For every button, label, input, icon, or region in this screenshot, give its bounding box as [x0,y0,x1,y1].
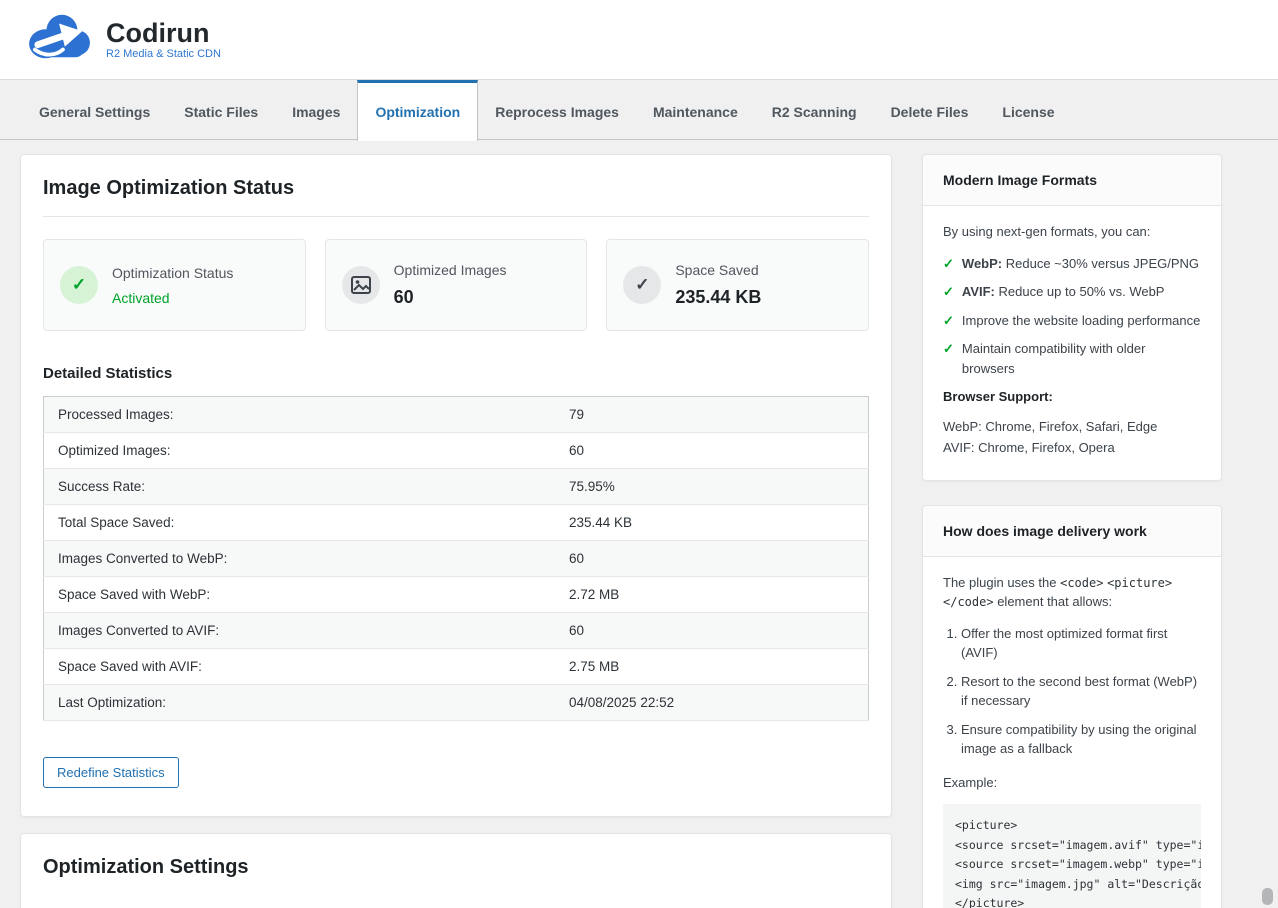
redefine-statistics-button[interactable]: Redefine Statistics [43,757,179,788]
delivery-step: Ensure compatibility by using the origin… [961,720,1201,759]
benefit-text: Maintain compatibility with older browse… [962,339,1201,378]
tab-images[interactable]: Images [275,80,357,140]
benefit-text: Improve the website loading performance [962,311,1200,331]
code-line: </picture> [955,894,1201,908]
statistics-table: Processed Images: 79 Optimized Images: 6… [43,396,869,721]
tab-bar: General Settings Static Files Images Opt… [0,80,1278,140]
stat-row-label: Success Rate: [44,469,556,505]
stat-row-value: 04/08/2025 22:52 [555,685,869,721]
format-benefit-item: ✓ AVIF: Reduce up to 50% vs. WebP [943,282,1201,302]
stat-card-optimized-images: Optimized Images 60 [325,239,588,331]
stat-row-value: 2.75 MB [555,649,869,685]
code-line: <source srcset="imagem.webp" type="image… [955,855,1201,875]
image-optimization-status-card: Image Optimization Status ✓ Optimization… [20,154,892,817]
format-benefit-item: ✓ Improve the website loading performanc… [943,311,1201,331]
cloud-arrow-logo-icon [22,9,98,70]
delivery-step: Offer the most optimized format first (A… [961,624,1201,663]
image-icon [342,266,380,304]
modern-image-formats-title: Modern Image Formats [923,155,1221,206]
tab-optimization[interactable]: Optimization [357,80,478,141]
page-scrollbar-thumb[interactable] [1262,888,1273,905]
table-row: Processed Images: 79 [44,397,869,433]
delivery-step: Resort to the second best format (WebP) … [961,672,1201,711]
format-benefit-item: ✓ WebP: Reduce ~30% versus JPEG/PNG [943,254,1201,274]
check-icon: ✓ [943,282,954,302]
stat-row-label: Images Converted to AVIF: [44,613,556,649]
app-subtitle: R2 Media & Static CDN [106,48,221,60]
check-icon: ✓ [943,311,954,331]
stat-row-label: Optimized Images: [44,433,556,469]
browser-support-avif: AVIF: Chrome, Firefox, Opera [943,438,1201,458]
tab-delete-files[interactable]: Delete Files [874,80,986,140]
stat-card-space-saved: ✓ Space Saved 235.44 KB [606,239,869,331]
image-delivery-card: How does image delivery work The plugin … [922,505,1222,908]
formats-intro: By using next-gen formats, you can: [943,222,1201,242]
table-row: Space Saved with AVIF: 2.75 MB [44,649,869,685]
check-icon: ✓ [943,254,954,274]
browser-support-title: Browser Support: [943,387,1201,407]
benefit-text: WebP: Reduce ~30% versus JPEG/PNG [962,254,1199,274]
app-header: Codirun R2 Media & Static CDN [0,0,1278,80]
stat-row-label: Space Saved with WebP: [44,577,556,613]
table-row: Images Converted to AVIF: 60 [44,613,869,649]
stat-row-label: Space Saved with AVIF: [44,649,556,685]
app-title: Codirun [106,19,221,49]
image-delivery-title: How does image delivery work [923,506,1221,557]
picture-tag: <picture> [1107,576,1172,590]
tab-general-settings[interactable]: General Settings [22,80,167,140]
tab-r2-scanning[interactable]: R2 Scanning [755,80,874,140]
modern-image-formats-card: Modern Image Formats By using next-gen f… [922,154,1222,481]
table-row: Space Saved with WebP: 2.72 MB [44,577,869,613]
detailed-statistics-title: Detailed Statistics [43,365,869,382]
stat-row-value: 79 [555,397,869,433]
code-line: <source srcset="imagem.avif" type="image… [955,836,1201,856]
code-open-tag: <code> [1060,576,1103,590]
tab-maintenance[interactable]: Maintenance [636,80,755,140]
code-line: <img src="imagem.jpg" alt="Descrição"> [955,875,1201,895]
stat-row-label: Processed Images: [44,397,556,433]
example-label: Example: [943,773,1201,793]
stat-label: Optimization Status [112,265,233,281]
stat-row-value: 2.72 MB [555,577,869,613]
stat-value: 235.44 KB [675,287,761,308]
code-close-tag: </code> [943,595,994,609]
check-icon: ✓ [943,339,954,378]
tab-reprocess-images[interactable]: Reprocess Images [478,80,636,140]
page-title: Image Optimization Status [43,177,869,217]
check-circle-icon: ✓ [60,266,98,304]
stat-row-value: 60 [555,541,869,577]
delivery-intro: The plugin uses the <code> <picture> </c… [943,573,1201,612]
table-row: Last Optimization: 04/08/2025 22:52 [44,685,869,721]
optimization-settings-title: Optimization Settings [43,856,869,879]
stat-row-value: 75.95% [555,469,869,505]
status-badge: Activated [112,290,233,306]
table-row: Optimized Images: 60 [44,433,869,469]
stats-row: ✓ Optimization Status Activated [43,239,869,331]
tab-static-files[interactable]: Static Files [167,80,275,140]
table-row: Success Rate: 75.95% [44,469,869,505]
check-icon: ✓ [623,266,661,304]
format-benefit-item: ✓ Maintain compatibility with older brow… [943,339,1201,378]
stat-row-value: 60 [555,433,869,469]
stat-label: Space Saved [675,262,761,278]
stat-row-value: 235.44 KB [555,505,869,541]
table-row: Images Converted to WebP: 60 [44,541,869,577]
stat-card-optimization-status: ✓ Optimization Status Activated [43,239,306,331]
stat-row-value: 60 [555,613,869,649]
table-row: Total Space Saved: 235.44 KB [44,505,869,541]
stat-label: Optimized Images [394,262,507,278]
stat-value: 60 [394,287,507,308]
browser-support-webp: WebP: Chrome, Firefox, Safari, Edge [943,417,1201,437]
tab-license[interactable]: License [985,80,1071,140]
benefit-text: AVIF: Reduce up to 50% vs. WebP [962,282,1165,302]
stat-row-label: Images Converted to WebP: [44,541,556,577]
code-line: <picture> [955,816,1201,836]
stat-row-label: Last Optimization: [44,685,556,721]
code-example[interactable]: <picture> <source srcset="imagem.avif" t… [943,804,1201,908]
stat-row-label: Total Space Saved: [44,505,556,541]
optimization-settings-card: Optimization Settings [20,833,892,908]
logo: Codirun R2 Media & Static CDN [22,9,221,70]
delivery-steps-list: Offer the most optimized format first (A… [961,624,1201,759]
